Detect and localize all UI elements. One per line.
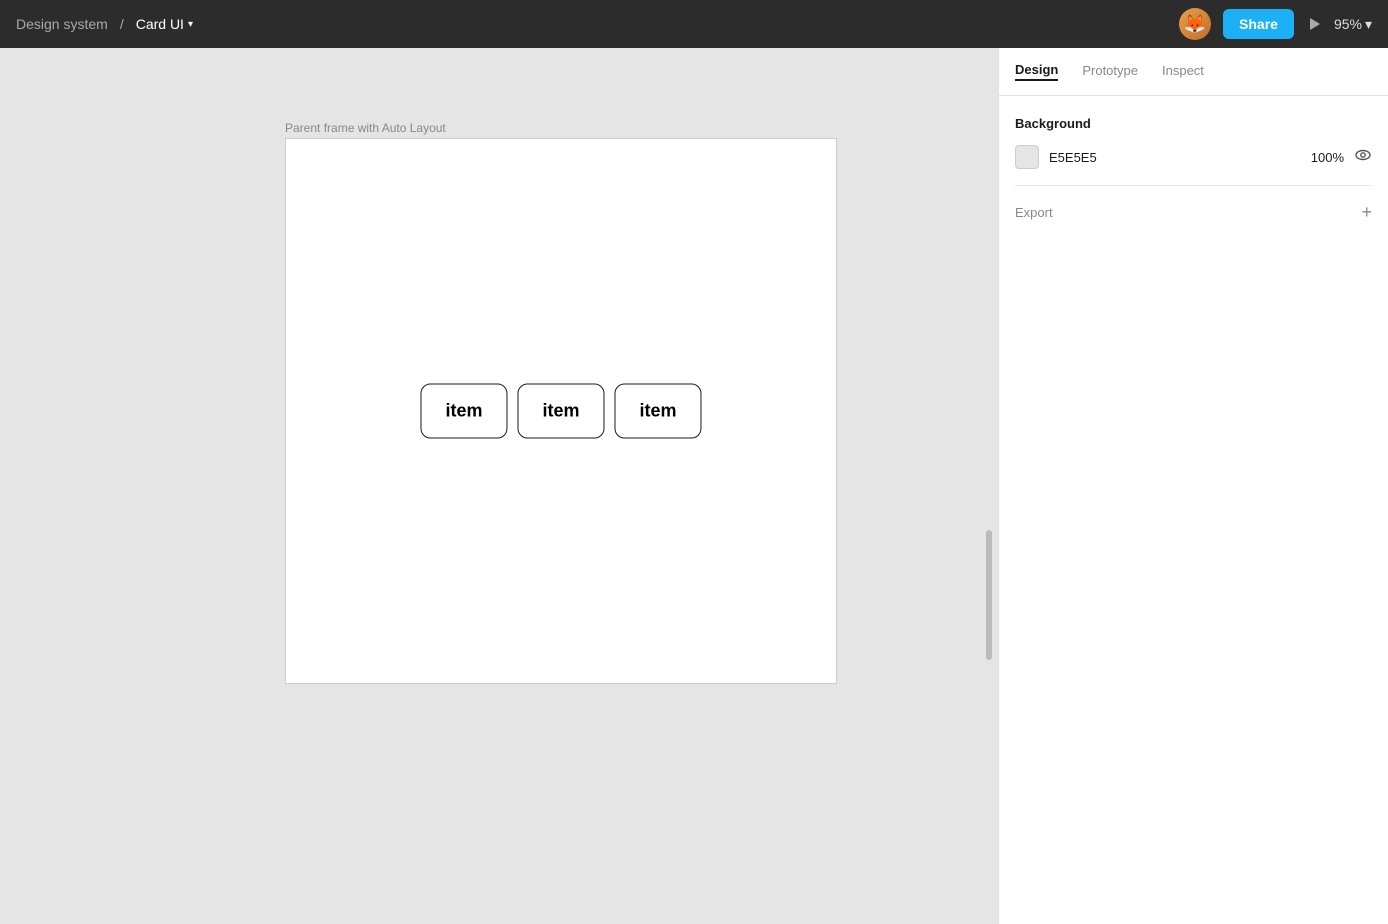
item-1[interactable]: item (420, 384, 507, 439)
title-chevron-icon: ▾ (188, 19, 193, 30)
divider (1015, 185, 1372, 186)
canvas-area[interactable]: Parent frame with Auto Layout item item … (0, 48, 998, 924)
right-panel: Design Prototype Inspect Background E5E5… (998, 48, 1388, 924)
background-row: E5E5E5 100% (1015, 145, 1372, 169)
item-2[interactable]: item (517, 384, 604, 439)
tab-design[interactable]: Design (1015, 62, 1058, 81)
tab-prototype[interactable]: Prototype (1082, 63, 1138, 80)
items-row: item item item (420, 384, 701, 439)
zoom-level: 95% (1334, 16, 1362, 32)
breadcrumb: Design system (16, 16, 108, 32)
topbar-right: 🦊 Share 95% ▾ (1179, 8, 1372, 40)
color-swatch[interactable] (1015, 145, 1039, 169)
tab-inspect[interactable]: Inspect (1162, 63, 1204, 80)
export-row: Export + (1015, 202, 1372, 223)
panel-tabs: Design Prototype Inspect (999, 48, 1388, 96)
add-export-icon[interactable]: + (1361, 202, 1372, 223)
share-button[interactable]: Share (1223, 9, 1294, 39)
opacity-value: 100% (1311, 150, 1344, 165)
breadcrumb-separator: / (120, 16, 124, 32)
frame-container: item item item (285, 138, 837, 684)
item-1-label: item (445, 401, 482, 422)
file-title-button[interactable]: Card UI ▾ (136, 16, 193, 32)
zoom-button[interactable]: 95% ▾ (1334, 16, 1372, 33)
file-title: Card UI (136, 16, 184, 32)
color-value: E5E5E5 (1049, 150, 1301, 165)
item-3[interactable]: item (615, 384, 702, 439)
scrollbar[interactable] (986, 530, 992, 660)
panel-content: Background E5E5E5 100% Export + (999, 96, 1388, 924)
background-section-title: Background (1015, 116, 1372, 131)
frame-label: Parent frame with Auto Layout (285, 121, 446, 135)
play-button[interactable] (1306, 16, 1322, 32)
main-layout: Parent frame with Auto Layout item item … (0, 0, 1388, 924)
item-3-label: item (640, 401, 677, 422)
zoom-chevron-icon: ▾ (1365, 16, 1372, 33)
avatar[interactable]: 🦊 (1179, 8, 1211, 40)
visibility-icon[interactable] (1354, 146, 1372, 169)
export-label: Export (1015, 205, 1053, 220)
item-2-label: item (542, 401, 579, 422)
topbar-left: Design system / Card UI ▾ (16, 16, 193, 32)
topbar: Design system / Card UI ▾ 🦊 Share 95% ▾ (0, 0, 1388, 48)
